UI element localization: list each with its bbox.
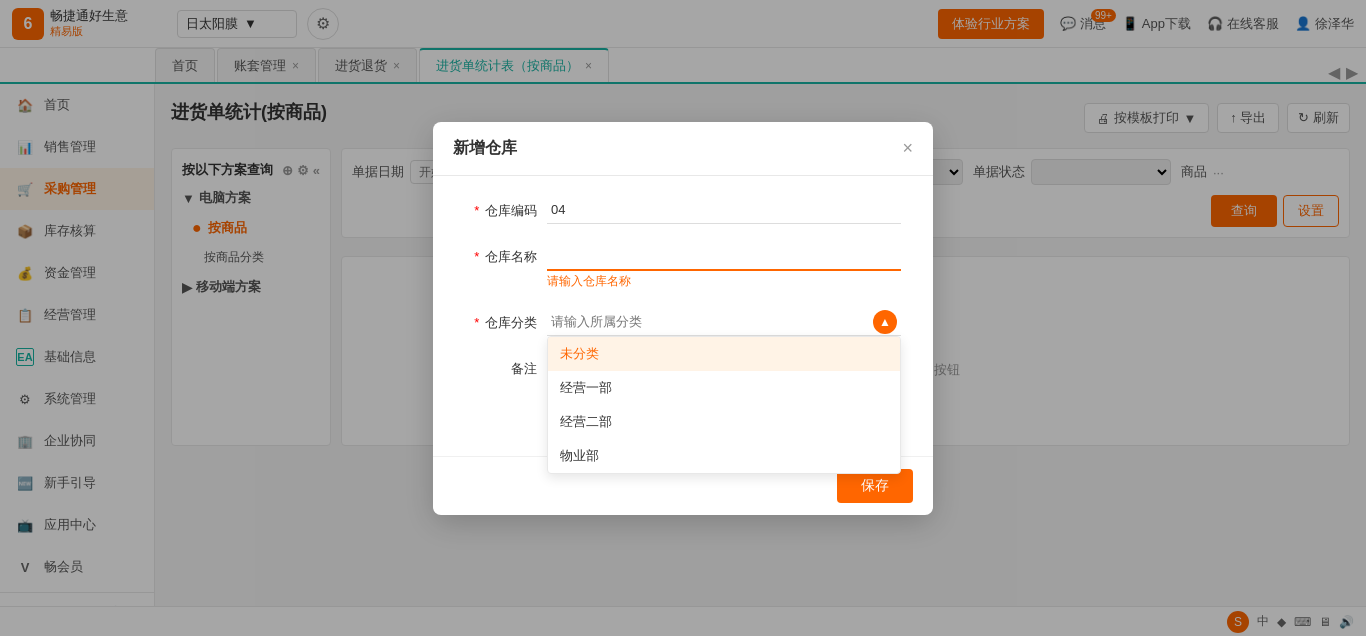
required-mark-name: * (474, 249, 479, 264)
dropdown-option-property[interactable]: 物业部 (548, 439, 900, 473)
form-row-code: * 仓库编码 (465, 196, 901, 224)
category-label: * 仓库分类 (465, 308, 537, 332)
category-input[interactable] (547, 308, 901, 336)
code-label: * 仓库编码 (465, 196, 537, 220)
code-control (547, 196, 901, 224)
required-mark-code: * (474, 203, 479, 218)
modal-new-warehouse: 新增仓库 × * 仓库编码 * 仓库名称 (433, 122, 933, 515)
category-dropdown-menu: 未分类 经营一部 经营二部 物业部 (547, 336, 901, 474)
modal-overlay: 新增仓库 × * 仓库编码 * 仓库名称 (0, 0, 1366, 636)
arrow-up-icon: ▲ (879, 315, 891, 329)
name-error-msg: 请输入仓库名称 (547, 273, 901, 290)
remark-label: 备注 (465, 354, 537, 378)
dropdown-option-unclassified[interactable]: 未分类 (548, 337, 900, 371)
form-row-name: * 仓库名称 请输入仓库名称 (465, 242, 901, 290)
modal-close-button[interactable]: × (902, 138, 913, 159)
name-input[interactable] (547, 242, 901, 271)
code-input[interactable] (547, 196, 901, 224)
category-dropdown-arrow[interactable]: ▲ (873, 310, 897, 334)
modal-body: * 仓库编码 * 仓库名称 请输入仓库名称 (433, 176, 933, 456)
required-mark-category: * (474, 315, 479, 330)
modal-title: 新增仓库 (453, 138, 517, 159)
name-label: * 仓库名称 (465, 242, 537, 266)
name-control: 请输入仓库名称 (547, 242, 901, 290)
form-row-category: * 仓库分类 ▲ 未分类 经营一部 经营二部 物业部 (465, 308, 901, 336)
dropdown-option-dept2[interactable]: 经营二部 (548, 405, 900, 439)
category-dropdown-wrapper: ▲ 未分类 经营一部 经营二部 物业部 (547, 308, 901, 336)
modal-header: 新增仓库 × (433, 122, 933, 176)
dropdown-option-dept1[interactable]: 经营一部 (548, 371, 900, 405)
category-control: ▲ 未分类 经营一部 经营二部 物业部 (547, 308, 901, 336)
save-button[interactable]: 保存 (837, 469, 913, 503)
